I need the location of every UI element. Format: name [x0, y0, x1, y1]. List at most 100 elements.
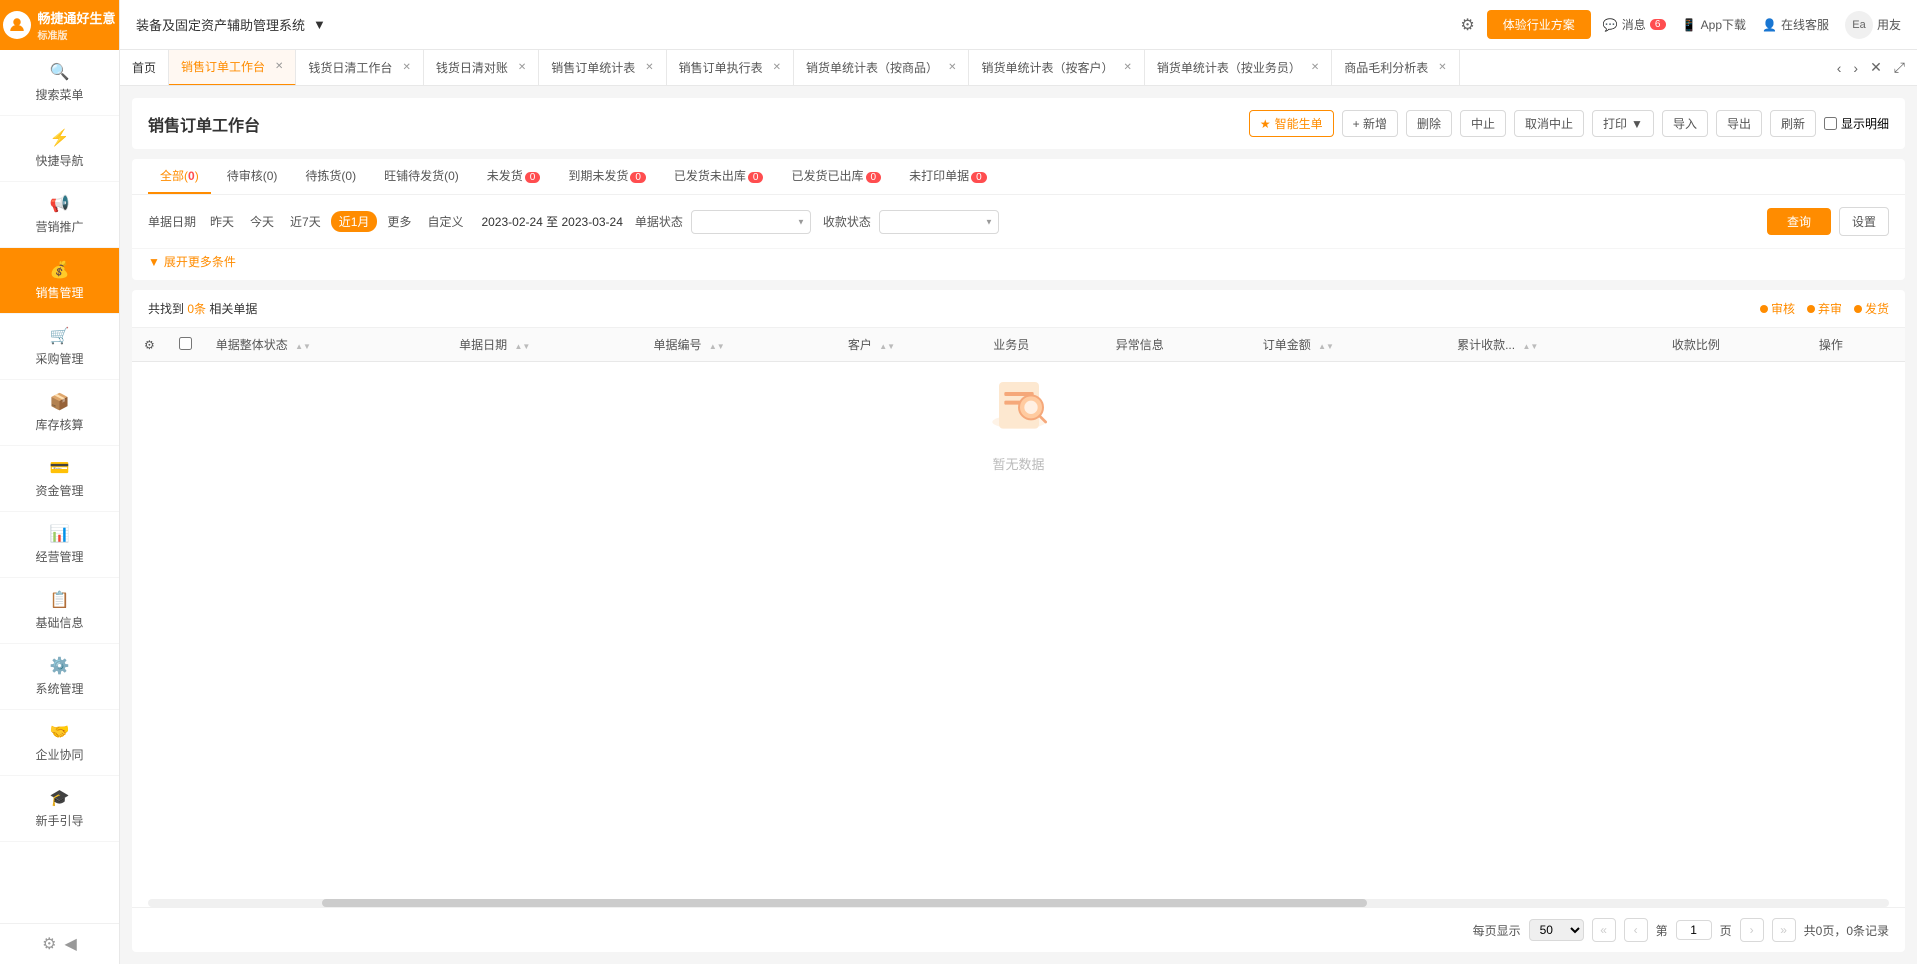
filter-tab-all[interactable]: 全部(0)	[148, 159, 211, 194]
filter-tab-unshipped[interactable]: 未发货0	[475, 159, 553, 194]
show-detail-label[interactable]: 显示明细	[1824, 115, 1889, 132]
table-scroll[interactable]: ⚙ 单据整体状态 ▲▼ 单据日期 ▲▼	[132, 328, 1905, 899]
sidebar-item-sales[interactable]: 💰 销售管理	[0, 248, 119, 314]
page-input[interactable]	[1676, 920, 1712, 940]
sidebar-collapse-button[interactable]: ◀	[65, 934, 77, 954]
expand-conditions-button[interactable]: ▼ 展开更多条件	[148, 253, 236, 270]
tab-sales-order-exec[interactable]: 销售订单执行表 ✕	[667, 50, 794, 86]
topbar-actions: 💬 消息 6 📱 App下载 👤 在线客服 Ea 用友	[1603, 11, 1901, 39]
tab-close-button[interactable]: ✕	[518, 62, 526, 73]
date-shortcut-custom[interactable]: 自定义	[421, 211, 469, 232]
import-button[interactable]: 导入	[1662, 110, 1708, 137]
filter-tab-not-printed[interactable]: 未打印单据0	[897, 159, 999, 194]
export-button[interactable]: 导出	[1716, 110, 1762, 137]
sidebar-item-basic-info[interactable]: 📋 基础信息	[0, 578, 119, 644]
cancel-abort-button[interactable]: 取消中止	[1514, 110, 1584, 137]
filter-tab-pending-inspect[interactable]: 待拣货(0)	[293, 159, 368, 194]
date-shortcut-today[interactable]: 今天	[244, 211, 280, 232]
filter-tab-pending-review[interactable]: 待审核(0)	[215, 159, 290, 194]
filter-tab-shipped-not-out[interactable]: 已发货未出库0	[662, 159, 776, 194]
service-icon: 👤	[1762, 18, 1777, 32]
sidebar-item-label: 库存核算	[35, 416, 83, 433]
sort-collected-icon[interactable]: ▲▼	[1522, 342, 1538, 351]
tab-close-button[interactable]: ✕	[1123, 62, 1131, 73]
date-shortcut-1month[interactable]: 近1月	[331, 211, 378, 232]
filter-tab-shipped-out[interactable]: 已发货已出库0	[779, 159, 893, 194]
add-button[interactable]: + 新增	[1342, 110, 1398, 137]
sort-status-icon[interactable]: ▲▼	[295, 342, 311, 351]
tab-sales-stats-customer[interactable]: 销货单统计表（按客户） ✕	[969, 50, 1144, 86]
tab-close-all-button[interactable]: ✕	[1866, 57, 1886, 78]
sidebar-settings-button[interactable]: ⚙	[42, 934, 56, 954]
sidebar-item-system[interactable]: ⚙️ 系统管理	[0, 644, 119, 710]
sort-amount-icon[interactable]: ▲▼	[1318, 342, 1334, 351]
industry-solution-button[interactable]: 体验行业方案	[1487, 10, 1591, 39]
tab-next-button[interactable]: ›	[1849, 58, 1862, 78]
tab-sales-stats-staff[interactable]: 销货单统计表（按业务员） ✕	[1145, 50, 1332, 86]
date-shortcut-yesterday[interactable]: 昨天	[204, 211, 240, 232]
sidebar-item-operations[interactable]: 📊 经营管理	[0, 512, 119, 578]
tab-close-button[interactable]: ✕	[773, 62, 781, 73]
status-select[interactable]	[691, 210, 811, 234]
quick-cancel-audit-button[interactable]: 弃审	[1807, 300, 1842, 317]
tab-prev-button[interactable]: ‹	[1833, 58, 1846, 78]
tab-close-button[interactable]: ✕	[948, 62, 956, 73]
show-detail-checkbox[interactable]	[1824, 117, 1837, 130]
system-dropdown-button[interactable]: ▼	[313, 17, 326, 32]
prev-page-button[interactable]: ‹	[1624, 918, 1648, 942]
tab-sales-order-workbench[interactable]: 销售订单工作台 ✕	[169, 50, 296, 86]
sidebar-item-cooperation[interactable]: 🤝 企业协同	[0, 710, 119, 776]
tab-maximize-button[interactable]: ⤢	[1890, 57, 1909, 78]
tab-sales-order-stats[interactable]: 销售订单统计表 ✕	[539, 50, 666, 86]
abort-button[interactable]: 中止	[1460, 110, 1506, 137]
topbar-gear-button[interactable]: ⚙	[1460, 15, 1474, 35]
pay-status-select[interactable]	[879, 210, 999, 234]
quick-audit-button[interactable]: 审核	[1760, 300, 1795, 317]
horizontal-scrollbar[interactable]	[148, 899, 1889, 907]
tab-label: 销货单统计表（按客户）	[981, 59, 1113, 76]
setting-button[interactable]: 设置	[1839, 207, 1889, 236]
tab-close-button[interactable]: ✕	[645, 62, 653, 73]
quick-ship-button[interactable]: 发货	[1854, 300, 1889, 317]
query-button[interactable]: 查询	[1767, 208, 1831, 235]
sidebar-item-inventory[interactable]: 📦 库存核算	[0, 380, 119, 446]
tab-close-button[interactable]: ✕	[275, 61, 283, 72]
filter-tab-wangpu[interactable]: 旺铺待发货(0)	[372, 159, 471, 194]
sidebar-item-marketing[interactable]: 📢 营销推广	[0, 182, 119, 248]
tab-cash-reconcile[interactable]: 钱货日清对账 ✕	[424, 50, 539, 86]
sort-date-icon[interactable]: ▲▼	[514, 342, 530, 351]
date-shortcut-7days[interactable]: 近7天	[284, 211, 327, 232]
tab-cash-daily[interactable]: 钱货日清工作台 ✕	[296, 50, 423, 86]
last-page-button[interactable]: »	[1772, 918, 1796, 942]
first-page-button[interactable]: «	[1592, 918, 1616, 942]
per-page-select[interactable]: 50 20 100	[1529, 919, 1584, 941]
inventory-icon: 📦	[50, 392, 70, 412]
tab-close-button[interactable]: ✕	[402, 62, 410, 73]
sidebar-item-quick-nav[interactable]: ⚡ 快捷导航	[0, 116, 119, 182]
tab-close-button[interactable]: ✕	[1311, 62, 1319, 73]
refresh-button[interactable]: 刷新	[1770, 110, 1816, 137]
online-service-button[interactable]: 👤 在线客服	[1762, 16, 1829, 33]
tab-home[interactable]: 首页	[120, 50, 169, 86]
print-button[interactable]: 打印 ▼	[1592, 110, 1654, 137]
messages-button[interactable]: 💬 消息 6	[1603, 16, 1666, 33]
select-all-checkbox[interactable]	[179, 337, 192, 350]
sidebar-item-newbie[interactable]: 🎓 新手引导	[0, 776, 119, 842]
date-shortcut-more[interactable]: 更多	[381, 211, 417, 232]
sidebar-item-finance[interactable]: 💳 资金管理	[0, 446, 119, 512]
sidebar-item-purchase[interactable]: 🛒 采购管理	[0, 314, 119, 380]
smart-create-button[interactable]: ★ 智能生单	[1249, 110, 1334, 137]
chevron-down-icon: ▼	[1631, 117, 1643, 131]
sort-customer-icon[interactable]: ▲▼	[879, 342, 895, 351]
tab-product-profit[interactable]: 商品毛利分析表 ✕	[1332, 50, 1459, 86]
sort-number-icon[interactable]: ▲▼	[709, 342, 725, 351]
page-actions: ★ 智能生单 + 新增 删除 中止 取消中止 打印 ▼ 导入 导出 刷新 显示明…	[1249, 110, 1889, 137]
sidebar-item-search[interactable]: 🔍 搜索菜单	[0, 50, 119, 116]
delete-button[interactable]: 删除	[1406, 110, 1452, 137]
next-page-button[interactable]: ›	[1740, 918, 1764, 942]
user-menu-button[interactable]: Ea 用友	[1845, 11, 1901, 39]
app-download-button[interactable]: 📱 App下载	[1682, 16, 1746, 33]
tab-close-button[interactable]: ✕	[1438, 62, 1446, 73]
filter-tab-expired-unshipped[interactable]: 到期未发货0	[556, 159, 658, 194]
tab-sales-stats-product[interactable]: 销货单统计表（按商品） ✕	[794, 50, 969, 86]
